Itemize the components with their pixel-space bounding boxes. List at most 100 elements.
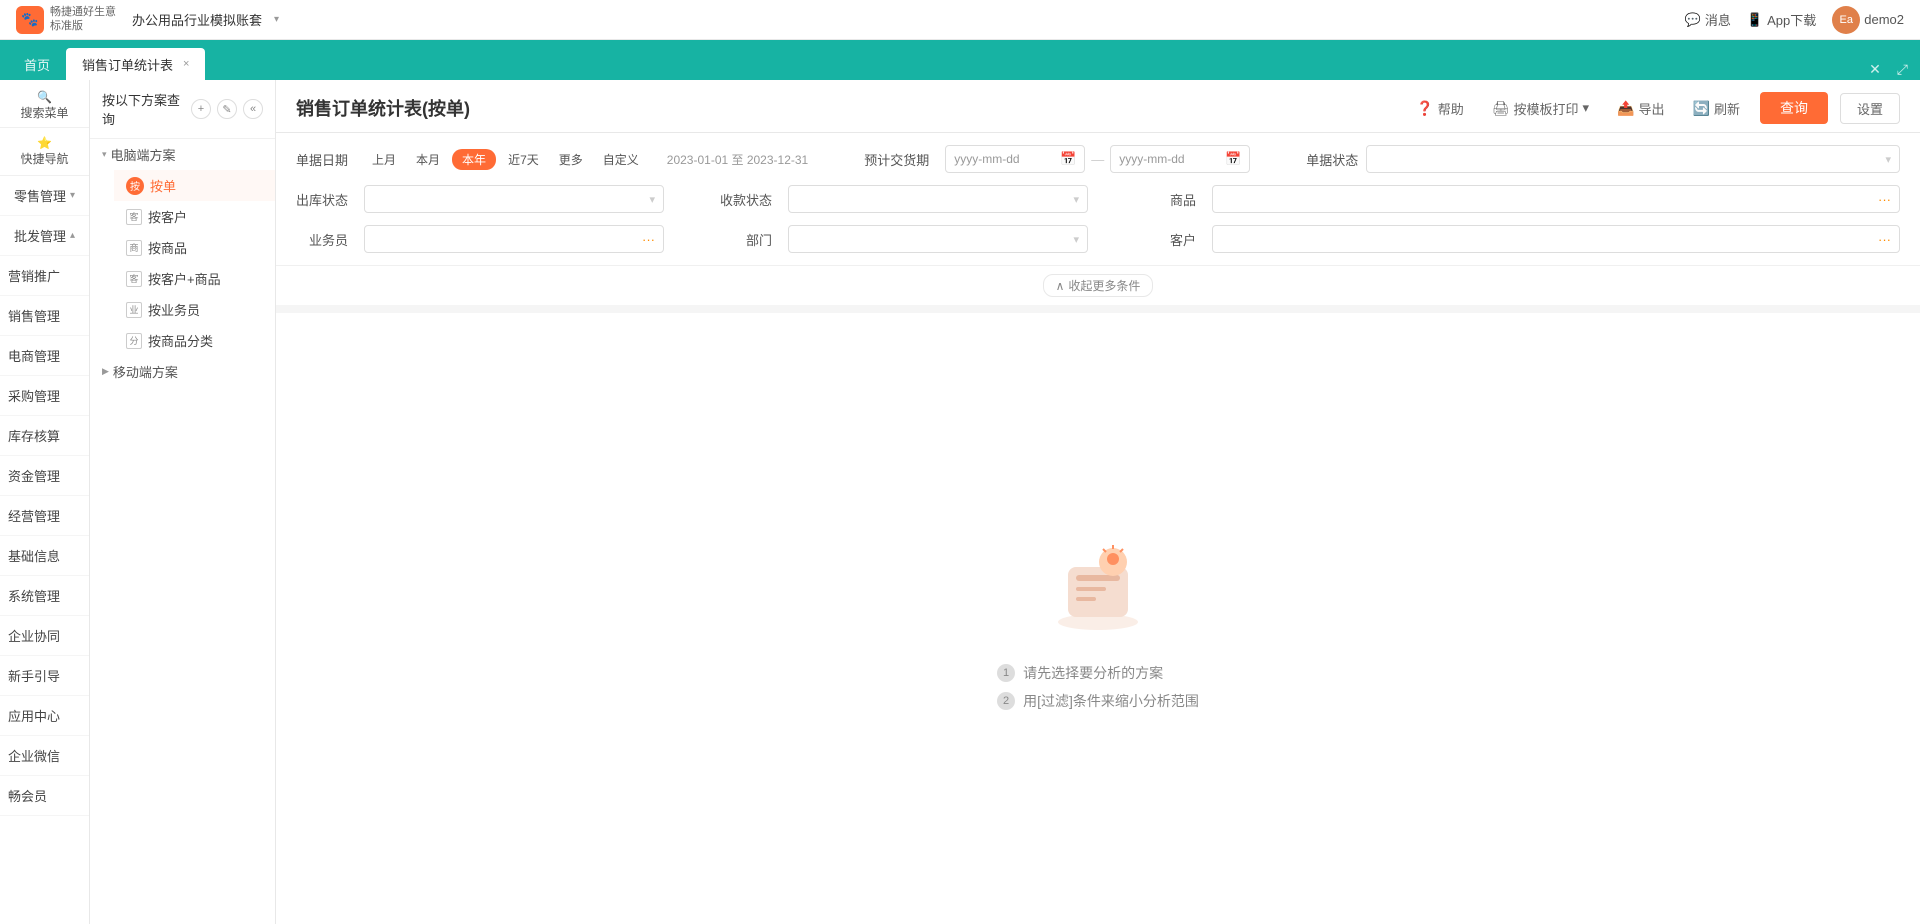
sidebar-item-sales[interactable]: 销售管理	[0, 296, 89, 336]
edit-scheme-button[interactable]: ✎	[217, 99, 237, 119]
expected-date-group: 预计交货期	[864, 150, 929, 169]
tree-item-by-order[interactable]: 按 按单	[114, 170, 275, 201]
tab-home[interactable]: 首页	[8, 48, 66, 80]
custom-date-btn[interactable]: 自定义	[595, 149, 647, 170]
filter-row-1: 单据日期 上月 本月 本年 近7天 更多 自定义 2023-01-01 至 20…	[296, 145, 1900, 173]
sidebar-item-operations[interactable]: 经营管理	[0, 496, 89, 536]
out-status-arrow: ▾	[649, 193, 655, 206]
goods-input[interactable]: ···	[1212, 185, 1900, 213]
main-layout: 🔍 搜索菜单 ⭐ 快捷导航 零售管理 ▾ 批发管理 ▴ 营销推广 销售管理 电商…	[0, 80, 1920, 924]
tree-group-pc[interactable]: ▾ 电脑端方案	[90, 139, 275, 170]
tree-expand-icon: ▾	[102, 149, 107, 160]
status-label: 单据状态	[1306, 150, 1358, 169]
filter-row-3: 业务员 ··· 部门 ▾ 客户 ···	[296, 225, 1900, 253]
top-bar-right: 💬 消息 📱 App下载 Ea demo2	[1685, 6, 1904, 34]
content-title-row: 销售订单统计表(按单) ❓ 帮助 🖨 按模板打印 ▾ 📤 导出	[296, 92, 1900, 132]
left-panel: 按以下方案查询 + ✎ « ▾ 电脑端方案 按 按单 客 按客户 商 按商品	[90, 80, 276, 924]
sidebar-item-inventory[interactable]: 库存核算	[0, 416, 89, 456]
filter-area: 单据日期 上月 本月 本年 近7天 更多 自定义 2023-01-01 至 20…	[276, 133, 1920, 265]
sidebar-item-app-center[interactable]: 应用中心	[0, 696, 89, 736]
customer-input[interactable]: ···	[1212, 225, 1900, 253]
tree-group-mobile-label: 移动端方案	[113, 362, 178, 381]
this-month-btn[interactable]: 本月	[408, 149, 448, 170]
tree-group-pc-label: 电脑端方案	[111, 145, 176, 164]
hint-num-1: 1	[997, 664, 1015, 682]
status-group: 单据状态 ▾	[1306, 145, 1900, 173]
export-button[interactable]: 📤 导出	[1609, 95, 1672, 122]
window-close-btn[interactable]: ✕	[1865, 59, 1885, 80]
tab-close-icon[interactable]: ×	[183, 58, 189, 70]
salesman-label: 业务员	[296, 230, 348, 249]
expected-date-from[interactable]: yyyy-mm-dd 📅	[945, 145, 1085, 173]
active-item-icon: 按	[126, 177, 144, 195]
sidebar-item-member[interactable]: 畅会员	[0, 776, 89, 816]
sidebar-item-retail[interactable]: 零售管理 ▾	[0, 176, 89, 216]
collapse-button[interactable]: ∧ 收起更多条件	[1043, 274, 1154, 297]
sidebar-item-finance[interactable]: 资金管理	[0, 456, 89, 496]
tree-item-by-goods[interactable]: 商 按商品	[114, 232, 275, 263]
sidebar-item-purchase[interactable]: 采购管理	[0, 376, 89, 416]
sidebar-item-marketing[interactable]: 营销推广	[0, 256, 89, 296]
sidebar-search[interactable]: 🔍 搜索菜单	[0, 80, 89, 128]
status-select[interactable]: ▾	[1366, 145, 1900, 173]
empty-text-area: 1 请先选择要分析的方案 2 用[过滤]条件来缩小分析范围	[997, 663, 1199, 711]
out-status-select[interactable]: ▾	[364, 185, 664, 213]
sidebar-item-enterprise-wechat[interactable]: 企业微信	[0, 736, 89, 776]
sidebar-item-system[interactable]: 系统管理	[0, 576, 89, 616]
recv-status-select[interactable]: ▾	[788, 185, 1088, 213]
app-download-button[interactable]: 📱 App下载	[1747, 10, 1816, 29]
prev-month-btn[interactable]: 上月	[364, 149, 404, 170]
query-button[interactable]: 查询	[1760, 92, 1828, 124]
message-icon: 💬	[1685, 12, 1701, 28]
sidebar-item-basic-info[interactable]: 基础信息	[0, 536, 89, 576]
hint-num-2: 2	[997, 692, 1015, 710]
chevron-down-icon: ▾	[70, 190, 75, 201]
tree-group-mobile[interactable]: ▶ 移动端方案	[90, 356, 275, 387]
item-icon-salesman: 业	[126, 302, 142, 318]
user-menu[interactable]: Ea demo2	[1832, 6, 1904, 34]
add-scheme-button[interactable]: +	[191, 99, 211, 119]
tree-item-by-customer[interactable]: 客 按客户	[114, 201, 275, 232]
item-icon-category: 分	[126, 333, 142, 349]
sidebar-item-wholesale[interactable]: 批发管理 ▴	[0, 216, 89, 256]
refresh-icon: 🔄	[1693, 100, 1710, 117]
dept-select[interactable]: ▾	[788, 225, 1088, 253]
empty-hint-1: 1 请先选择要分析的方案	[997, 663, 1199, 683]
sidebar-item-ecommerce[interactable]: 电商管理	[0, 336, 89, 376]
calendar-icon-from: 📅	[1060, 151, 1076, 167]
tab-sales-report[interactable]: 销售订单统计表 ×	[66, 48, 205, 80]
help-button[interactable]: ❓ 帮助	[1408, 95, 1471, 122]
customer-dots-icon: ···	[1878, 232, 1891, 247]
refresh-button[interactable]: 🔄 刷新	[1685, 95, 1748, 122]
this-year-btn[interactable]: 本年	[452, 149, 496, 170]
expected-date-inputs: yyyy-mm-dd 📅 — yyyy-mm-dd 📅	[945, 145, 1250, 173]
tree-expand-icon-mobile: ▶	[102, 366, 109, 377]
app-title-dropdown[interactable]: ▾	[274, 14, 279, 25]
print-button[interactable]: 🖨 按模板打印 ▾	[1484, 95, 1597, 122]
download-icon: 📱	[1747, 12, 1763, 28]
tree-item-by-customer-goods[interactable]: 客 按客户+商品	[114, 263, 275, 294]
7days-btn[interactable]: 近7天	[500, 149, 547, 170]
window-maximize-btn[interactable]: ⤢	[1893, 59, 1912, 80]
empty-illustration	[1038, 527, 1158, 647]
customer-label: 客户	[1144, 230, 1196, 249]
avatar: Ea	[1832, 6, 1860, 34]
item-icon-goods: 商	[126, 240, 142, 256]
settings-button[interactable]: 设置	[1840, 93, 1900, 124]
sidebar-quick-nav[interactable]: ⭐ 快捷导航	[0, 128, 89, 176]
salesman-input[interactable]: ···	[364, 225, 664, 253]
chevron-up-icon: ▴	[70, 230, 75, 241]
tree-item-by-category[interactable]: 分 按商品分类	[114, 325, 275, 356]
sidebar-item-cooperation[interactable]: 企业协同	[0, 616, 89, 656]
dept-arrow: ▾	[1073, 233, 1079, 246]
left-panel-header: 按以下方案查询 + ✎ «	[90, 80, 275, 139]
sidebar-item-guide[interactable]: 新手引导	[0, 656, 89, 696]
print-icon: 🖨	[1492, 100, 1510, 117]
date-buttons: 上月 本月 本年 近7天 更多 自定义	[364, 149, 647, 170]
more-date-btn[interactable]: 更多	[551, 149, 591, 170]
tree-item-by-salesman[interactable]: 业 按业务员	[114, 294, 275, 325]
message-button[interactable]: 💬 消息	[1685, 10, 1731, 29]
logo-area: 🐾 畅捷通好生意 标准版	[16, 6, 116, 34]
collapse-panel-button[interactable]: «	[243, 99, 263, 119]
expected-date-to[interactable]: yyyy-mm-dd 📅	[1110, 145, 1250, 173]
